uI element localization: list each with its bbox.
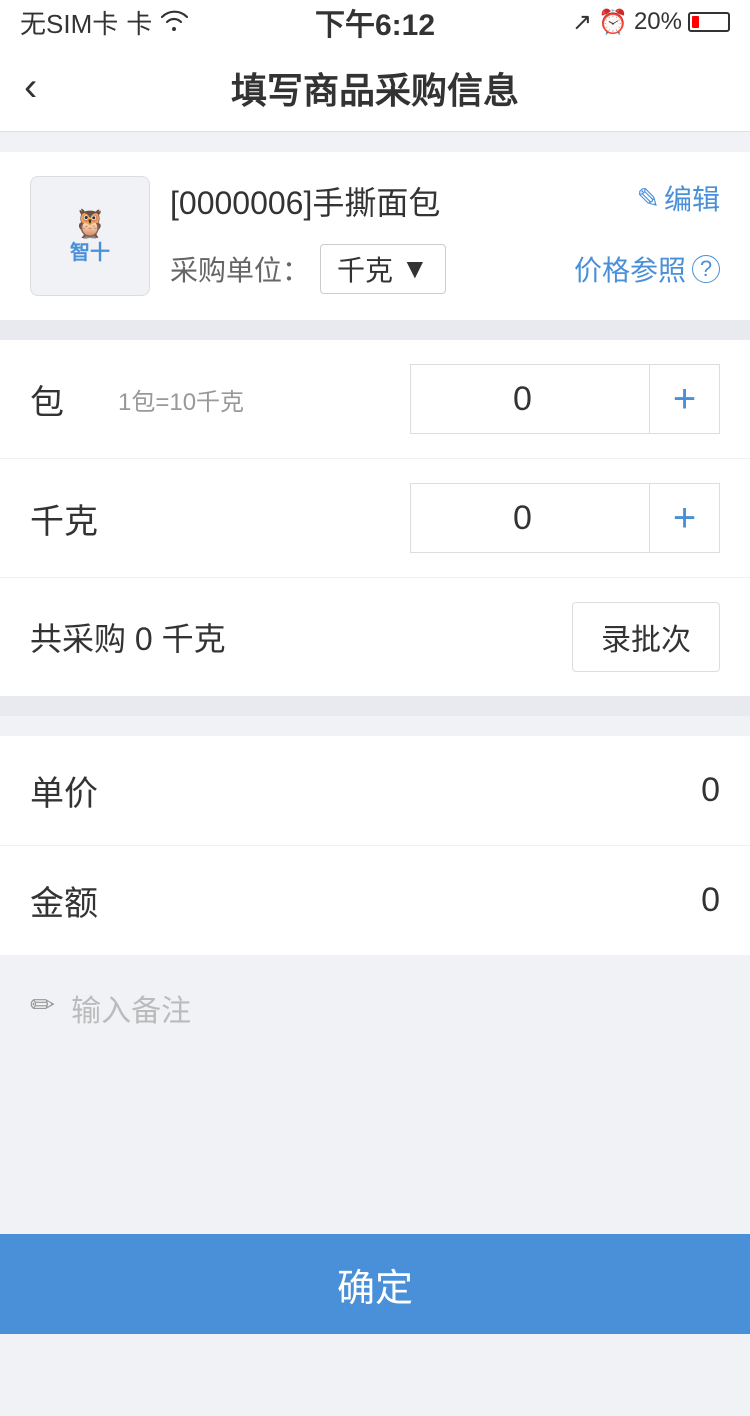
- unit-label: 采购单位：: [170, 249, 310, 289]
- price-section: 单价 0 金额 0: [0, 736, 750, 956]
- amount-label: 金额: [30, 876, 98, 925]
- section-divider-1: [0, 320, 750, 340]
- battery-percent: 20%: [634, 8, 682, 36]
- batch-button[interactable]: 录批次: [572, 602, 720, 672]
- product-image: 🦉 智十: [30, 176, 150, 296]
- nav-bar: ‹ 填写商品采购信息: [0, 44, 750, 132]
- status-left: 无SIM卡 卡: [20, 4, 188, 41]
- package-input-group: +: [410, 364, 720, 434]
- package-input[interactable]: [410, 364, 650, 434]
- kg-label: 千克: [30, 494, 110, 543]
- kg-input-group: +: [410, 483, 720, 553]
- kg-input[interactable]: [410, 483, 650, 553]
- summary-text: 共采购 0 千克: [30, 614, 226, 660]
- package-sublabel: 1包=10千克: [118, 382, 410, 417]
- section-divider-2: [0, 696, 750, 716]
- package-plus-button[interactable]: +: [650, 364, 720, 434]
- confirm-button[interactable]: 确定: [0, 1234, 750, 1334]
- kg-plus-button[interactable]: +: [650, 483, 720, 553]
- edit-button[interactable]: ✎ 编辑: [637, 178, 720, 218]
- product-name: [0000006]手撕面包: [170, 178, 637, 224]
- wifi-icon: [160, 7, 188, 38]
- edit-icon: ✎: [637, 182, 660, 215]
- price-reference-button[interactable]: 价格参照 ?: [574, 249, 720, 289]
- amount-row: 金额 0: [0, 846, 750, 956]
- unit-price-value: 0: [701, 771, 720, 810]
- product-name-row: [0000006]手撕面包 ✎ 编辑: [170, 178, 720, 224]
- product-info: [0000006]手撕面包 ✎ 编辑 采购单位： 千克 ▼ 价格参照 ?: [170, 178, 720, 294]
- note-placeholder: 输入备注: [71, 986, 191, 1030]
- sim-icon: 卡: [126, 4, 152, 41]
- product-card: 🦉 智十 [0000006]手撕面包 ✎ 编辑 采购单位： 千克 ▼ 价格参照: [0, 152, 750, 320]
- page-title: 填写商品采购信息: [231, 62, 519, 114]
- price-ref-icon: ?: [692, 255, 720, 283]
- unit-price-row: 单价 0: [0, 736, 750, 846]
- carrier-label: 无SIM卡: [20, 4, 118, 41]
- status-time: 下午6:12: [315, 0, 435, 44]
- amount-value: 0: [701, 881, 720, 920]
- unit-row: 采购单位： 千克 ▼ 价格参照 ?: [170, 244, 720, 294]
- quantity-section: 包 1包=10千克 + 千克 +: [0, 340, 750, 578]
- unit-price-label: 单价: [30, 766, 98, 815]
- package-row: 包 1包=10千克 +: [0, 340, 750, 459]
- chevron-down-icon: ▼: [401, 253, 429, 285]
- battery-icon: [688, 12, 730, 32]
- package-label: 包: [30, 375, 110, 424]
- back-button[interactable]: ‹: [24, 65, 37, 110]
- summary-row: 共采购 0 千克 录批次: [0, 578, 750, 696]
- status-bar: 无SIM卡 卡 下午6:12 ↗ ⏰ 20%: [0, 0, 750, 44]
- location-icon: ↗: [572, 8, 592, 37]
- unit-dropdown[interactable]: 千克 ▼: [320, 244, 446, 294]
- alarm-icon: ⏰: [598, 8, 628, 37]
- kg-row: 千克 +: [0, 459, 750, 578]
- status-right: ↗ ⏰ 20%: [572, 8, 730, 37]
- unit-select-group: 采购单位： 千克 ▼: [170, 244, 446, 294]
- note-section[interactable]: ✏ 输入备注: [0, 956, 750, 1076]
- pencil-icon: ✏: [30, 988, 55, 1023]
- product-logo: 🦉 智十: [70, 207, 110, 265]
